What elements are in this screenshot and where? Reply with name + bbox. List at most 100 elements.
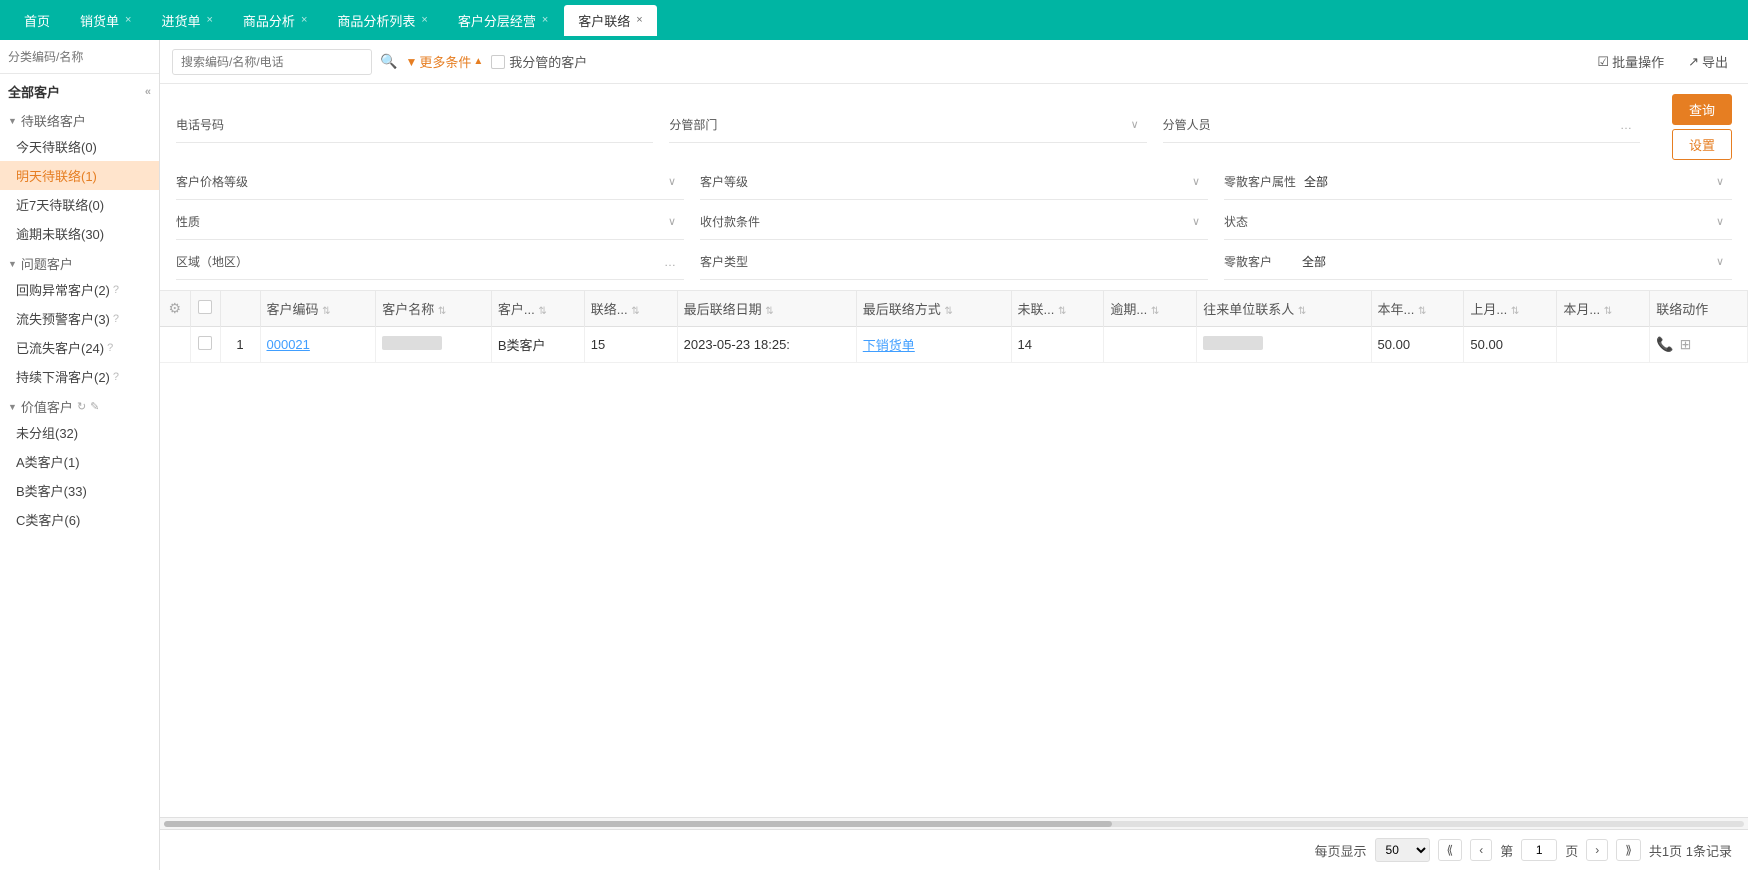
phone-action-icon[interactable]: 📞 [1656,336,1673,353]
close-product-analysis-tab[interactable]: × [301,14,307,26]
sidebar-item-ungrouped[interactable]: 未分组(32) [0,418,159,447]
help-icon-abnormal[interactable]: ? [113,284,119,296]
region-more-icon[interactable]: … [664,255,676,269]
sidebar-item-today-contact[interactable]: 今天待联络(0) [0,132,159,161]
close-product-list-tab[interactable]: × [421,14,427,26]
scrollbar-thumb[interactable] [164,821,1112,827]
close-customer-contact-tab[interactable]: × [636,14,642,26]
horizontal-scrollbar[interactable] [160,817,1748,829]
td-checkbox[interactable] [190,327,220,363]
th-contact[interactable]: 联络... ⇅ [584,291,677,327]
my-customers-checkbox[interactable]: 我分管的客户 [491,52,587,71]
refresh-icon[interactable]: ↻ [77,400,86,413]
sidebar-item-class-a[interactable]: A类客户(1) [0,447,159,476]
nav-home[interactable]: 首页 [10,5,64,36]
th-last-contact-date[interactable]: 最后联络日期 ⇅ [677,291,856,327]
sort-last-date[interactable]: ⇅ [765,306,773,317]
export-button[interactable]: ↗ 导出 [1680,48,1736,75]
sidebar-item-class-b[interactable]: B类客户(33) [0,476,159,505]
payment-select[interactable]: ∨ [778,215,1200,228]
top-search-input[interactable] [172,49,372,75]
th-no-contact[interactable]: 未联... ⇅ [1011,291,1104,327]
close-sales-tab[interactable]: × [125,14,131,26]
prev-page-button[interactable]: ‹ [1470,839,1492,861]
th-checkbox[interactable] [190,291,220,327]
sidebar-search-input[interactable] [8,50,160,64]
nav-tab-customer-layered[interactable]: 客户分层经营 × [444,5,562,36]
sort-contact-person[interactable]: ⇅ [1298,306,1306,317]
query-button[interactable]: 查询 [1672,94,1732,125]
region-select[interactable]: … [256,255,676,269]
nav-tab-purchase[interactable]: 进货单 × [147,5,226,36]
close-purchase-tab[interactable]: × [206,14,212,26]
sort-this-month[interactable]: ⇅ [1604,306,1612,317]
batch-operation-button[interactable]: ☑ 批量操作 [1589,48,1672,75]
sidebar-item-churn-warning[interactable]: 流失预警客户(3) ? [0,304,159,333]
th-settings[interactable]: ⚙ [160,291,190,327]
sort-no-contact[interactable]: ⇅ [1058,306,1066,317]
close-customer-layered-tab[interactable]: × [542,14,548,26]
sort-last-month[interactable]: ⇅ [1511,306,1519,317]
collapse-icon[interactable]: « [145,86,151,98]
sidebar-item-overdue-contact[interactable]: 逾期未联络(30) [0,219,159,248]
sort-code[interactable]: ⇅ [322,306,330,317]
customer-code-link[interactable]: 000021 [267,337,310,352]
status-select[interactable]: ∨ [1302,215,1724,228]
td-name[interactable] [376,327,492,363]
sort-this-year[interactable]: ⇅ [1418,306,1426,317]
sidebar-item-tomorrow-contact[interactable]: 明天待联络(1) [0,161,159,190]
settings-button[interactable]: 设置 [1672,129,1732,160]
grid-action-icon[interactable]: ⊞ [1680,336,1692,353]
page-size-select[interactable]: 50 10 20 100 [1375,838,1430,862]
th-contact-person[interactable]: 往来单位联系人 ⇅ [1197,291,1371,327]
scrollbar-track[interactable] [164,821,1744,827]
row-checkbox[interactable] [198,336,212,350]
th-last-month[interactable]: 上月... ⇅ [1464,291,1557,327]
td-last-method[interactable]: 下销货单 [856,327,1011,363]
th-type[interactable]: 客户... ⇅ [491,291,584,327]
sort-name[interactable]: ⇅ [438,306,446,317]
td-code[interactable]: 000021 [260,327,376,363]
manager-select[interactable]: … [1241,118,1632,132]
th-code[interactable]: 客户编码 ⇅ [260,291,376,327]
edit-icon[interactable]: ✎ [90,400,99,413]
nav-tab-product-analysis-list[interactable]: 商品分析列表 × [323,5,441,36]
nav-tab-sales[interactable]: 销货单 × [66,5,145,36]
next-page-button[interactable]: › [1586,839,1608,861]
nature-select[interactable]: ∨ [254,215,676,228]
nav-tab-customer-contact[interactable]: 客户联络 × [564,5,656,36]
phone-input[interactable] [254,118,645,132]
price-level-select[interactable]: ∨ [256,175,676,188]
last-page-button[interactable]: ⟫ [1616,839,1641,861]
th-name[interactable]: 客户名称 ⇅ [376,291,492,327]
sort-overdue[interactable]: ⇅ [1151,306,1159,317]
sort-last-method[interactable]: ⇅ [944,306,952,317]
th-this-year[interactable]: 本年... ⇅ [1371,291,1464,327]
my-customers-check[interactable] [491,55,505,69]
nav-tab-product-analysis[interactable]: 商品分析 × [229,5,321,36]
sidebar-item-declining[interactable]: 持续下滑客户(2) ? [0,362,159,391]
more-conditions-button[interactable]: ▼ 更多条件 ▲ [405,52,483,71]
help-icon-churn-warning[interactable]: ? [113,313,119,325]
th-overdue[interactable]: 逾期... ⇅ [1104,291,1197,327]
current-page-input[interactable] [1521,839,1557,861]
top-search-button[interactable]: 🔍 [380,53,397,70]
sidebar-item-churned[interactable]: 已流失客户(24) ? [0,333,159,362]
sidebar-item-abnormal[interactable]: 回购异常客户(2) ? [0,275,159,304]
help-icon-churned[interactable]: ? [107,342,113,354]
manager-more-icon[interactable]: … [1620,118,1632,132]
sidebar-item-class-c[interactable]: C类客户(6) [0,505,159,534]
sidebar-item-7day-contact[interactable]: 近7天待联络(0) [0,190,159,219]
sort-type[interactable]: ⇅ [538,306,546,317]
th-this-month[interactable]: 本月... ⇅ [1557,291,1650,327]
first-page-button[interactable]: ⟪ [1438,839,1463,861]
customer-level-select[interactable]: ∨ [778,175,1200,188]
last-method-link[interactable]: 下销货单 [863,338,915,353]
th-last-method[interactable]: 最后联络方式 ⇅ [856,291,1011,327]
retail-select[interactable]: ∨ [1517,255,1724,268]
help-icon-declining[interactable]: ? [113,371,119,383]
settings-column-icon[interactable]: ⚙ [168,300,181,316]
retail-attr-select[interactable]: ∨ [1518,175,1724,188]
sort-contact[interactable]: ⇅ [631,306,639,317]
dept-select[interactable]: ∨ [747,118,1138,131]
